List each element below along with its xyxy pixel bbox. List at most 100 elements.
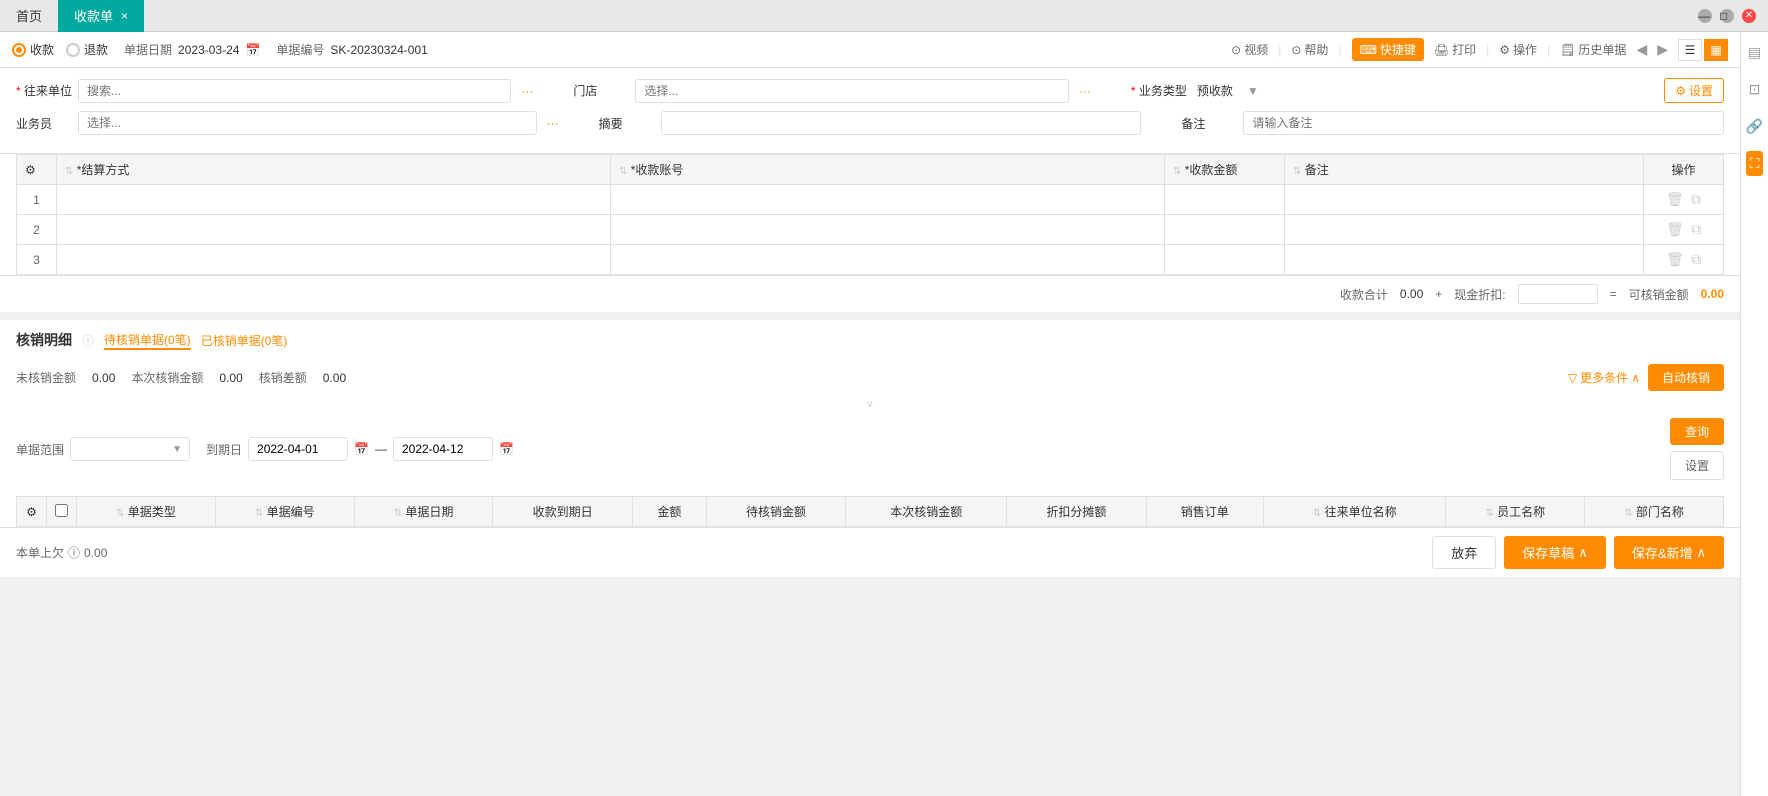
row2-copy-icon[interactable]: ⧉: [1691, 221, 1701, 237]
draft-btn[interactable]: 保存草稿 ∧: [1504, 536, 1606, 569]
row1-account[interactable]: [611, 185, 1165, 215]
salesperson-field: 业务员 ···: [16, 111, 559, 135]
shop-input[interactable]: [635, 79, 1068, 103]
due-date-start-input[interactable]: [248, 437, 348, 461]
row1-ops: 🗑 ⧉: [1644, 185, 1724, 215]
date-icon[interactable]: 📅: [245, 43, 260, 57]
row3-amount[interactable]: [1165, 245, 1285, 275]
row3-account[interactable]: [611, 245, 1165, 275]
footer-info-icon[interactable]: ⓘ: [68, 544, 80, 561]
auto-writeoff-btn[interactable]: 自动核销: [1648, 364, 1724, 391]
pending-tab[interactable]: 待核销单据(0笔): [104, 331, 191, 350]
bill-label: 单据编号: [276, 41, 324, 58]
window-minimize[interactable]: —: [1698, 9, 1712, 23]
table-settings-btn[interactable]: 设置: [1670, 451, 1724, 480]
radio-refund[interactable]: 退款: [66, 41, 108, 58]
bottom-table: ⚙ ⇅ 单据类型 ⇅ 单据编号 ⇅ 单据日期: [16, 496, 1724, 527]
th-op: 操作: [1644, 155, 1724, 185]
note-input[interactable]: [1243, 111, 1724, 135]
window-maximize[interactable]: □: [1720, 9, 1734, 23]
help-icon: ⊙: [1291, 43, 1301, 57]
sidebar-expand-icon[interactable]: ⛶: [1746, 151, 1764, 176]
row3-settlement[interactable]: [57, 245, 611, 275]
operate-link[interactable]: ⚙ 操作: [1499, 41, 1537, 58]
salesperson-more-btn[interactable]: ···: [547, 116, 559, 130]
expand-arrow: ∨: [16, 397, 1724, 412]
row1-amount[interactable]: [1165, 185, 1285, 215]
row1-settlement[interactable]: [57, 185, 611, 215]
shop-label: 门店: [573, 82, 629, 99]
filter-expand-icon: ∧: [1631, 371, 1640, 385]
counterpart-more-btn[interactable]: ···: [521, 84, 533, 98]
abandon-btn[interactable]: 放弃: [1432, 536, 1496, 569]
discount-input[interactable]: [1518, 284, 1598, 304]
salesperson-input[interactable]: [78, 111, 537, 135]
writeoff-info-icon[interactable]: ⓘ: [82, 332, 94, 349]
footer-actions: 放弃 保存草稿 ∧ 保存&新增 ∧: [1432, 536, 1724, 569]
cal-start-icon[interactable]: 📅: [354, 442, 369, 456]
filter-icon: ▽: [1568, 371, 1577, 385]
bottom-gear-icon[interactable]: ⚙: [26, 505, 37, 519]
data-table: ⚙ ⇅ *结算方式 ⇅ *收款账号 ⇅ *收款金额 ⇅: [16, 154, 1724, 275]
range-select[interactable]: [70, 437, 190, 461]
grid-view-btn[interactable]: ▦: [1704, 39, 1728, 61]
shop-more-btn[interactable]: ···: [1079, 84, 1091, 98]
row3-copy-icon[interactable]: ⧉: [1691, 251, 1701, 267]
tab-home[interactable]: 首页: [0, 0, 58, 32]
row3-note[interactable]: [1285, 245, 1644, 275]
shortcut-btn[interactable]: ⌨ 快捷键: [1352, 38, 1424, 61]
row1-copy-icon[interactable]: ⧉: [1691, 191, 1701, 207]
row3-delete-icon[interactable]: 🗑: [1666, 251, 1684, 267]
nav-prev-icon[interactable]: ◀: [1636, 41, 1647, 58]
done-tab[interactable]: 已核销单据(0笔): [201, 332, 288, 349]
table-header-row: ⚙ ⇅ *结算方式 ⇅ *收款账号 ⇅ *收款金额 ⇅: [17, 155, 1724, 185]
row1-delete-icon[interactable]: 🗑: [1666, 191, 1684, 207]
sort-account-icon: ⇅: [619, 166, 627, 177]
help-link[interactable]: ⊙ 帮助: [1291, 41, 1328, 58]
query-btns: 查询 设置: [1670, 418, 1724, 480]
save-btn[interactable]: 保存&新增 ∧: [1614, 536, 1724, 569]
shortcut-label: 快捷键: [1380, 41, 1416, 58]
table-gear-icon[interactable]: ⚙: [25, 163, 36, 177]
row2-amount[interactable]: [1165, 215, 1285, 245]
tab-receipt-close[interactable]: ×: [121, 9, 128, 23]
main-content: 收款 退款 单据日期 2023-03-24 📅 单据编号 SK-20230324…: [0, 32, 1768, 796]
row1-note[interactable]: [1285, 185, 1644, 215]
right-sidebar: ▤ ⊡ 🔗 ⛶: [1740, 32, 1768, 796]
sidebar-grid-icon[interactable]: ⊡: [1745, 77, 1765, 102]
business-required-mark: *: [1131, 84, 1136, 98]
cal-end-icon[interactable]: 📅: [499, 442, 514, 456]
th-amount: ⇅ *收款金额: [1165, 155, 1285, 185]
row2-account[interactable]: [611, 215, 1165, 245]
business-type-label: * 业务类型: [1131, 82, 1187, 99]
history-label: 历史单据: [1578, 41, 1626, 58]
query-btn[interactable]: 查询: [1670, 418, 1724, 445]
save-label: 保存&新增: [1632, 543, 1693, 562]
print-link[interactable]: 🖨 打印: [1434, 41, 1476, 58]
more-filter-btn[interactable]: ▽ 更多条件 ∧: [1568, 364, 1640, 391]
row2-delete-icon[interactable]: 🗑: [1666, 221, 1684, 237]
select-all-checkbox[interactable]: [55, 504, 68, 517]
collapse-icon[interactable]: ∨: [866, 399, 873, 410]
total-label: 收款合计: [1340, 286, 1388, 303]
sidebar-table-icon[interactable]: ▤: [1744, 40, 1765, 65]
settings-btn[interactable]: ⚙ 设置: [1664, 78, 1724, 103]
sidebar-link-icon[interactable]: 🔗: [1742, 114, 1767, 139]
due-date-end-input[interactable]: [393, 437, 493, 461]
window-close[interactable]: ✕: [1742, 9, 1756, 23]
th-note: ⇅ 备注: [1285, 155, 1644, 185]
video-link[interactable]: ⊙ 视频: [1231, 41, 1268, 58]
row2-note[interactable]: [1285, 215, 1644, 245]
counterpart-input[interactable]: [78, 79, 511, 103]
summary-input[interactable]: [661, 111, 1142, 135]
radio-receipt[interactable]: 收款: [12, 41, 54, 58]
tab-receipt[interactable]: 收款单 ×: [58, 0, 144, 32]
row2-settlement[interactable]: [57, 215, 611, 245]
nav-next-icon[interactable]: ▶: [1657, 41, 1668, 58]
list-view-btn[interactable]: ☰: [1678, 39, 1702, 61]
print-icon: 🖨: [1434, 43, 1449, 57]
history-link[interactable]: 🗒 历史单据: [1560, 41, 1626, 58]
business-type-dropdown-icon[interactable]: ▼: [1247, 84, 1259, 98]
row-num-3: 3: [17, 245, 57, 275]
writeoff-header: 核销明细 ⓘ 待核销单据(0笔) 已核销单据(0笔): [16, 330, 1724, 350]
